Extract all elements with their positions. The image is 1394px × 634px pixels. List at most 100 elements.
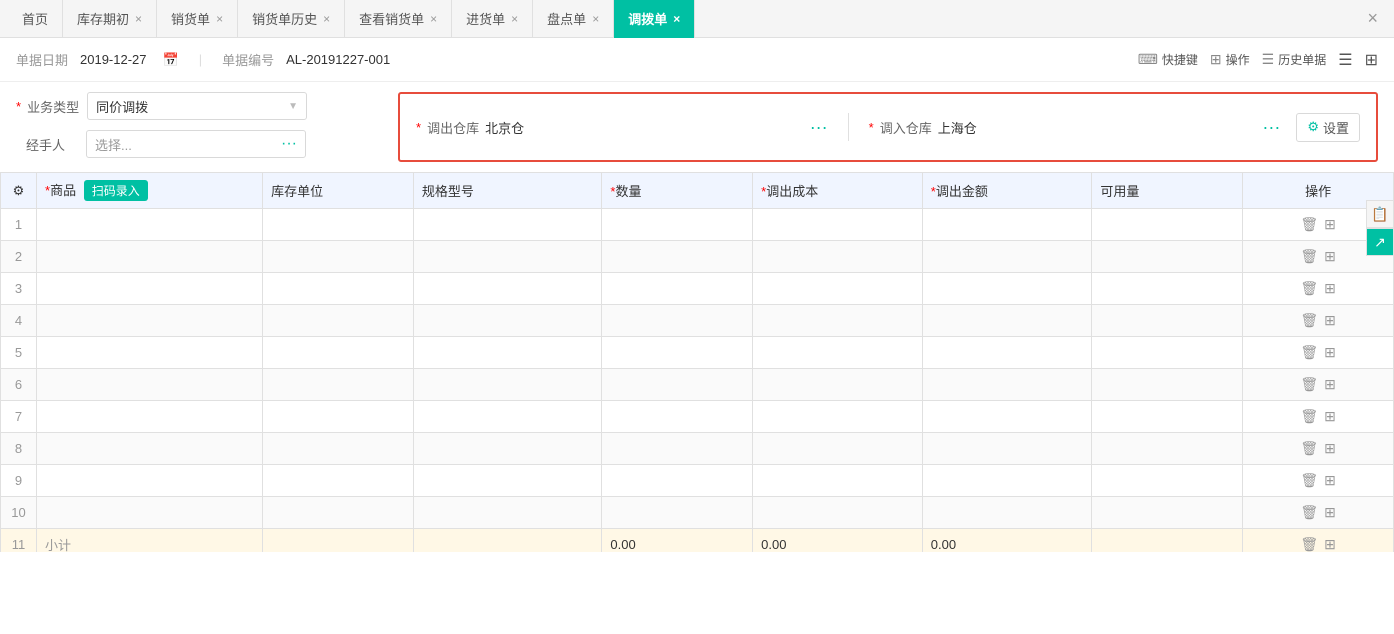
cell-available-10[interactable] — [1092, 497, 1243, 529]
scan-button[interactable]: 扫码录入 — [84, 180, 148, 201]
cell-product-10[interactable] — [37, 497, 263, 529]
cell-cost-6[interactable] — [753, 369, 923, 401]
shortcut-btn[interactable]: ⌨ 快捷键 — [1138, 51, 1198, 68]
cell-amount-9[interactable] — [922, 465, 1092, 497]
cell-spec-9[interactable] — [413, 465, 601, 497]
tab-inventory-check[interactable]: 盘点单 × — [533, 0, 614, 38]
cell-spec-10[interactable] — [413, 497, 601, 529]
cell-cost-3[interactable] — [753, 273, 923, 305]
side-note-btn[interactable]: 📋 — [1366, 200, 1394, 228]
cell-unit-10[interactable] — [263, 497, 414, 529]
cell-amount-10[interactable] — [922, 497, 1092, 529]
tab-close-sales-order[interactable]: × — [216, 12, 223, 26]
cell-amount-3[interactable] — [922, 273, 1092, 305]
cell-spec-1[interactable] — [413, 209, 601, 241]
warehouse-in-dots[interactable]: ··· — [1262, 117, 1280, 138]
history-btn[interactable]: ☰ 历史单据 — [1262, 51, 1327, 68]
cell-unit-6[interactable] — [263, 369, 414, 401]
calendar-icon[interactable]: 📅 — [163, 52, 179, 68]
delete-icon-5[interactable]: 🗑 — [1300, 344, 1318, 361]
cell-available-5[interactable] — [1092, 337, 1243, 369]
cell-amount-6[interactable] — [922, 369, 1092, 401]
cell-cost-7[interactable] — [753, 401, 923, 433]
settings-btn[interactable]: ⚙ 设置 — [1296, 113, 1360, 142]
cell-product-8[interactable] — [37, 433, 263, 465]
copy-icon-9[interactable]: ⊞ — [1324, 472, 1336, 489]
tab-close-purchase-order[interactable]: × — [511, 12, 518, 26]
tab-view-sales[interactable]: 查看销货单 × — [345, 0, 452, 38]
copy-icon-2[interactable]: ⊞ — [1324, 248, 1336, 265]
cell-qty-8[interactable] — [602, 433, 753, 465]
cell-cost-9[interactable] — [753, 465, 923, 497]
business-type-input[interactable]: 同价调拨 ▼ — [87, 92, 307, 120]
cell-product-1[interactable] — [37, 209, 263, 241]
cell-cost-1[interactable] — [753, 209, 923, 241]
manager-dots[interactable]: ··· — [281, 135, 297, 153]
cell-qty-1[interactable] — [602, 209, 753, 241]
copy-icon-7[interactable]: ⊞ — [1324, 408, 1336, 425]
cell-qty-10[interactable] — [602, 497, 753, 529]
copy-icon-11[interactable]: ⊞ — [1324, 536, 1336, 552]
cell-cost-2[interactable] — [753, 241, 923, 273]
cell-amount-2[interactable] — [922, 241, 1092, 273]
copy-icon-3[interactable]: ⊞ — [1324, 280, 1336, 297]
tab-sales-order[interactable]: 销货单 × — [157, 0, 238, 38]
tab-inventory-init[interactable]: 库存期初 × — [63, 0, 157, 38]
cell-available-7[interactable] — [1092, 401, 1243, 433]
side-export-btn[interactable]: ↗ — [1366, 228, 1394, 256]
delete-icon-9[interactable]: 🗑 — [1300, 472, 1318, 489]
cell-available-9[interactable] — [1092, 465, 1243, 497]
cell-unit-7[interactable] — [263, 401, 414, 433]
cell-product-7[interactable] — [37, 401, 263, 433]
cell-amount-1[interactable] — [922, 209, 1092, 241]
cell-available-4[interactable] — [1092, 305, 1243, 337]
cell-unit-2[interactable] — [263, 241, 414, 273]
cell-spec-8[interactable] — [413, 433, 601, 465]
cell-available-1[interactable] — [1092, 209, 1243, 241]
tab-close-sales-history[interactable]: × — [323, 12, 330, 26]
cell-spec-2[interactable] — [413, 241, 601, 273]
manager-input[interactable]: 选择... ··· — [86, 130, 306, 158]
cell-unit-3[interactable] — [263, 273, 414, 305]
gear-icon[interactable]: ⚙ — [13, 183, 25, 198]
cell-spec-4[interactable] — [413, 305, 601, 337]
cell-unit-8[interactable] — [263, 433, 414, 465]
tab-sales-history[interactable]: 销货单历史 × — [238, 0, 345, 38]
copy-icon-6[interactable]: ⊞ — [1324, 376, 1336, 393]
cell-amount-5[interactable] — [922, 337, 1092, 369]
delete-icon-8[interactable]: 🗑 — [1300, 440, 1318, 457]
cell-qty-7[interactable] — [602, 401, 753, 433]
cell-unit-1[interactable] — [263, 209, 414, 241]
window-close-button[interactable]: × — [1359, 8, 1386, 29]
copy-icon-5[interactable]: ⊞ — [1324, 344, 1336, 361]
cell-unit-5[interactable] — [263, 337, 414, 369]
copy-icon-8[interactable]: ⊞ — [1324, 440, 1336, 457]
cell-qty-3[interactable] — [602, 273, 753, 305]
cell-qty-2[interactable] — [602, 241, 753, 273]
delete-icon-6[interactable]: 🗑 — [1300, 376, 1318, 393]
delete-icon-11[interactable]: 🗑 — [1300, 536, 1318, 552]
tab-close-view-sales[interactable]: × — [430, 12, 437, 26]
delete-icon-7[interactable]: 🗑 — [1300, 408, 1318, 425]
cell-product-3[interactable] — [37, 273, 263, 305]
cell-cost-10[interactable] — [753, 497, 923, 529]
cell-product-9[interactable] — [37, 465, 263, 497]
delete-icon-2[interactable]: 🗑 — [1300, 248, 1318, 265]
cell-available-2[interactable] — [1092, 241, 1243, 273]
cell-unit-4[interactable] — [263, 305, 414, 337]
delete-icon-4[interactable]: 🗑 — [1300, 312, 1318, 329]
tab-home[interactable]: 首页 — [8, 0, 63, 38]
tab-purchase-order[interactable]: 进货单 × — [452, 0, 533, 38]
list-view-btn[interactable]: ☰ — [1338, 50, 1352, 70]
tab-close-inventory-init[interactable]: × — [135, 12, 142, 26]
cell-amount-8[interactable] — [922, 433, 1092, 465]
grid-view-btn[interactable]: ⊞ — [1365, 50, 1378, 70]
col-gear[interactable]: ⚙ — [1, 173, 37, 209]
cell-amount-7[interactable] — [922, 401, 1092, 433]
cell-product-5[interactable] — [37, 337, 263, 369]
tab-close-inventory-check[interactable]: × — [592, 12, 599, 26]
cell-cost-8[interactable] — [753, 433, 923, 465]
delete-icon-3[interactable]: 🗑 — [1300, 280, 1318, 297]
cell-available-6[interactable] — [1092, 369, 1243, 401]
cell-available-8[interactable] — [1092, 433, 1243, 465]
